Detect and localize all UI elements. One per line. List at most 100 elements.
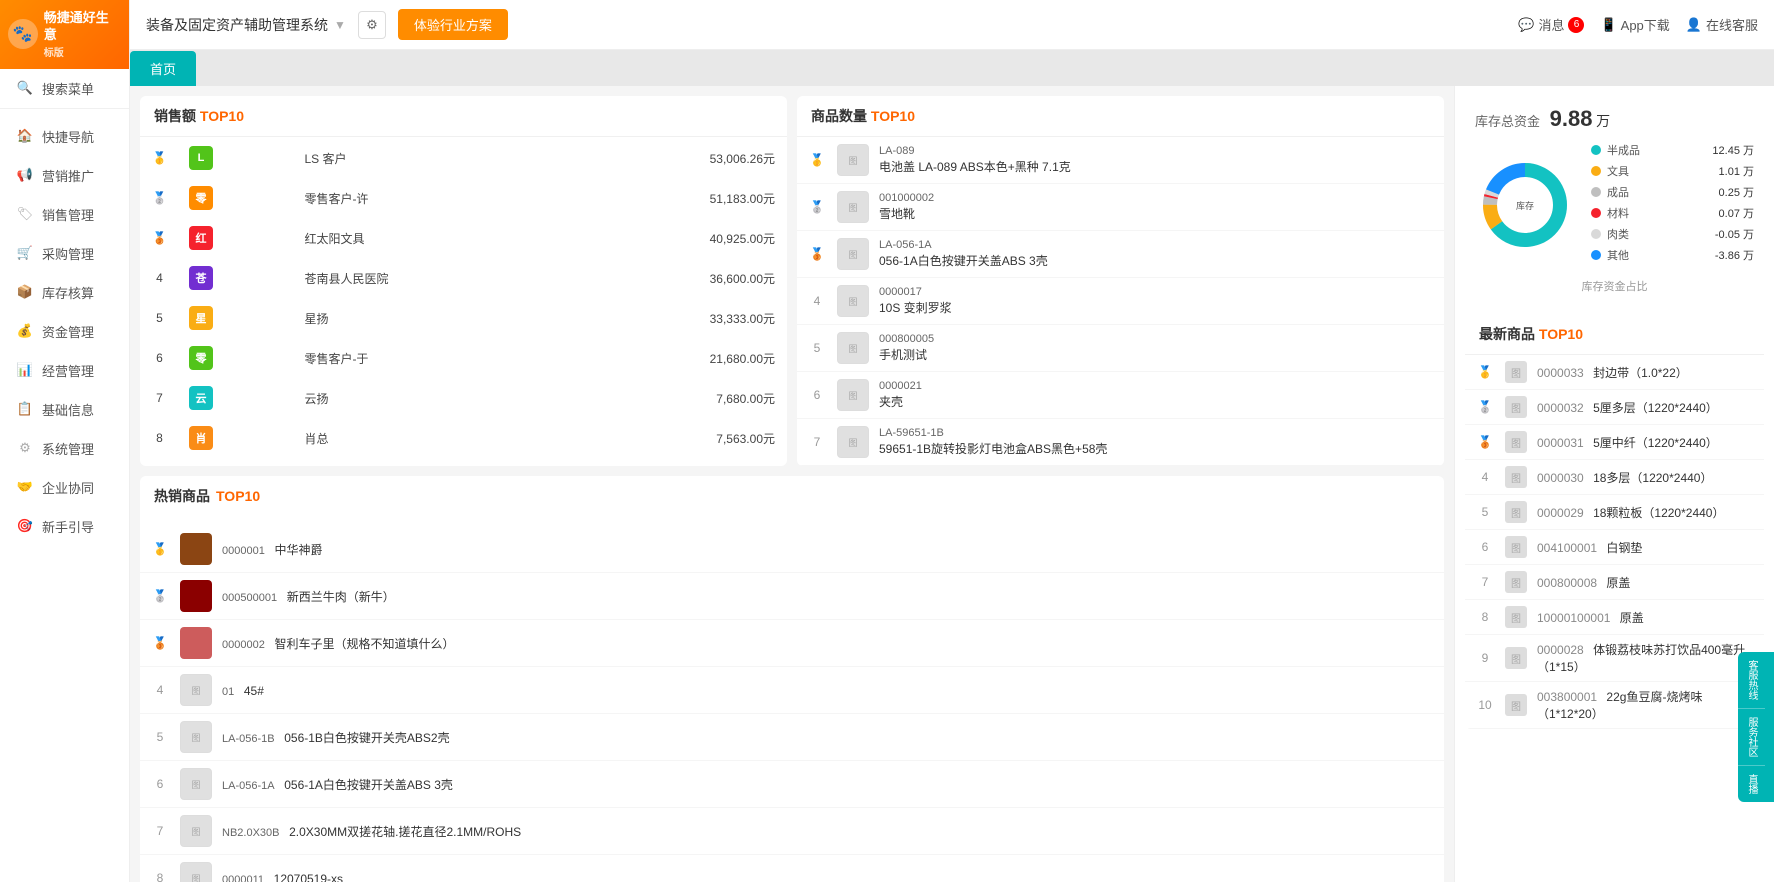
latest-code: 0000028 <box>1537 643 1584 657</box>
floating-live[interactable]: 直播 <box>1738 766 1765 802</box>
hot-product-img-placeholder: 图 <box>180 862 212 882</box>
latest-rank-num: 🥉 <box>1475 435 1495 449</box>
sidebar-item-finance[interactable]: 💰 资金管理 <box>0 312 129 351</box>
hot-product-item: 4 图 01 45# <box>140 667 1444 714</box>
sidebar-item-sales[interactable]: 🏷 销售管理 <box>0 195 129 234</box>
qty-product-name: 10S 变刺罗浆 <box>879 299 1434 316</box>
qty-product-info: 000800005 手机测试 <box>879 333 1434 363</box>
latest-product-info: 0000031 5厘中纤（1220*2440） <box>1537 434 1754 451</box>
tab-bar: 首页 <box>130 50 1774 86</box>
latest-product-icon: 图 <box>1505 647 1527 669</box>
qty-product-img: 图 <box>837 144 869 176</box>
app-download-item[interactable]: 📱 App下载 <box>1600 15 1669 34</box>
search-menu-item[interactable]: 🔍 搜索菜单 <box>0 69 129 109</box>
customer-badge: L <box>189 146 213 170</box>
latest-code: 003800001 <box>1537 690 1597 704</box>
header-dropdown-arrow[interactable]: ▼ <box>334 18 346 32</box>
legend-item-product: 成品 0.25 万 <box>1591 184 1754 200</box>
sidebar-item-system[interactable]: ⚙ 系统管理 <box>0 429 129 468</box>
customer-badge: 苍 <box>189 266 213 290</box>
sidebar-item-guide[interactable]: 🎯 新手引导 <box>0 507 129 546</box>
purchase-icon: 🛒 <box>16 244 34 262</box>
sidebar-label-marketing: 营销推广 <box>42 166 94 185</box>
inventory-legend: 半成品 12.45 万 文具 1.01 万 成品 0.25 万 材料 <box>1591 142 1754 268</box>
latest-code: 0000030 <box>1537 471 1584 485</box>
customer-row: 7 云 云扬 7,680.00元 <box>142 379 785 417</box>
latest-products-card: 最新商品 TOP10 🥇 图 0000033 封边带（1.0*22） 🥈 图 0… <box>1465 314 1764 729</box>
basic-icon: 📋 <box>16 400 34 418</box>
sidebar-item-operation[interactable]: 📊 经营管理 <box>0 351 129 390</box>
customer-amount: 7,680.00元 <box>565 379 785 417</box>
customer-badge-cell: L <box>179 139 292 177</box>
sidebar-label-system: 系统管理 <box>42 439 94 458</box>
customer-amount: 7,563.00元 <box>565 419 785 457</box>
sidebar-item-basic[interactable]: 📋 基础信息 <box>0 390 129 429</box>
latest-name: 5厘多层（1220*2440） <box>1593 401 1718 415</box>
hot-product-name: 智利车子里（规格不知道填什么） <box>274 637 454 651</box>
hot-products-card: 热销商品 TOP10 🥇 0000001 中华神爵 🥈 000500001 新西… <box>140 476 1444 882</box>
hot-product-name: 056-1B白色按键开关壳ABS2壳 <box>284 731 449 745</box>
customer-badge: 云 <box>189 386 213 410</box>
trial-button[interactable]: 体验行业方案 <box>398 9 508 40</box>
message-icon: 💬 <box>1518 17 1534 33</box>
tab-home[interactable]: 首页 <box>130 51 196 86</box>
chart-container: 库存 半成品 12.45 万 文具 1.01 万 成品 <box>1475 142 1754 268</box>
hot-product-name: 056-1A白色按键开关盖ABS 3壳 <box>284 778 453 792</box>
latest-code: 004100001 <box>1537 541 1597 555</box>
rank-num: 🥉 <box>142 219 177 257</box>
latest-product-item: 🥈 图 0000032 5厘多层（1220*2440） <box>1465 390 1764 425</box>
qty-product-info: LA-056-1A 056-1A白色按键开关盖ABS 3壳 <box>879 239 1434 269</box>
qty-product-img: 图 <box>837 379 869 411</box>
qty-product-item: 5 图 000800005 手机测试 <box>797 325 1444 372</box>
products-qty-card: 商品数量 TOP10 🥇 图 LA-089 电池盖 LA-089 ABS本色+黑… <box>797 96 1444 466</box>
latest-product-item: 🥇 图 0000033 封边带（1.0*22） <box>1465 355 1764 390</box>
customers-top10-card: 销售额 TOP10 🥇 L LS 客户 53,006.26元 🥈 零 零售客户-… <box>140 96 787 466</box>
sidebar-item-purchase[interactable]: 🛒 采购管理 <box>0 234 129 273</box>
top-row: 销售额 TOP10 🥇 L LS 客户 53,006.26元 🥈 零 零售客户-… <box>140 96 1444 466</box>
online-service-item[interactable]: 👤 在线客服 <box>1686 15 1758 34</box>
qty-product-info: LA-089 电池盖 LA-089 ABS本色+黑种 7.1克 <box>879 145 1434 175</box>
hot-product-img <box>180 533 212 565</box>
rank-num: 4 <box>142 259 177 297</box>
latest-code: 0000033 <box>1537 366 1584 380</box>
settings-button[interactable]: ⚙ <box>358 11 386 39</box>
latest-product-icon: 图 <box>1505 536 1527 558</box>
hot-rank: 🥈 <box>150 589 170 603</box>
qty-product-item: 🥈 图 001000002 雪地靴 <box>797 184 1444 231</box>
floating-cs-hotline[interactable]: 客服热线 <box>1738 652 1765 709</box>
latest-product-info: 004100001 白钢垫 <box>1537 539 1754 556</box>
latest-code: 0000032 <box>1537 401 1584 415</box>
qty-product-img: 图 <box>837 426 869 458</box>
sidebar-item-enterprise[interactable]: 🤝 企业协同 <box>0 468 129 507</box>
customer-name: 星扬 <box>294 299 562 337</box>
latest-product-icon: 图 <box>1505 361 1527 383</box>
hot-product-name: 2.0X30MM双搓花轴.搓花直径2.1MM/ROHS <box>289 825 521 839</box>
floating-service-community[interactable]: 服务社区 <box>1738 709 1765 766</box>
hot-product-info: 0000002 智利车子里（规格不知道填什么） <box>222 635 1434 652</box>
sidebar-item-marketing[interactable]: 📢 营销推广 <box>0 156 129 195</box>
latest-rank-num: 4 <box>1475 470 1495 484</box>
sidebar-item-quick-nav[interactable]: 🏠 快捷导航 <box>0 117 129 156</box>
customer-badge: 红 <box>189 226 213 250</box>
qty-product-item: 🥇 图 LA-089 电池盖 LA-089 ABS本色+黑种 7.1克 <box>797 137 1444 184</box>
sidebar-item-inventory[interactable]: 📦 库存核算 <box>0 273 129 312</box>
latest-product-item: 8 图 10000100001 原盖 <box>1465 600 1764 635</box>
sidebar-label-inventory: 库存核算 <box>42 283 94 302</box>
qty-product-item: 6 图 0000021 夹壳 <box>797 372 1444 419</box>
latest-rank-num: 5 <box>1475 505 1495 519</box>
customer-name: 肖总 <box>294 419 562 457</box>
hot-product-info: 0000001 中华神爵 <box>222 541 1434 558</box>
message-item[interactable]: 💬 消息 6 <box>1518 15 1584 34</box>
customer-row: 6 零 零售客户-于 21,680.00元 <box>142 339 785 377</box>
qty-product-code: LA-056-1A <box>879 239 1434 251</box>
latest-product-info: 000800008 原盖 <box>1537 574 1754 591</box>
products-qty-header: 商品数量 TOP10 <box>797 96 1444 137</box>
marketing-icon: 📢 <box>16 166 34 184</box>
latest-name: 原盖 <box>1606 576 1630 590</box>
system-title-text: 装备及固定资产辅助管理系统 <box>146 15 328 35</box>
customer-amount: 51,183.00元 <box>565 179 785 217</box>
qty-product-info: LA-59651-1B 59651-1B旋转投影灯电池盒ABS黑色+58壳 <box>879 427 1434 457</box>
floating-cs-btn[interactable]: 客服热线 服务社区 直播 <box>1738 652 1774 802</box>
legend-item-other: 其他 -3.86 万 <box>1591 247 1754 263</box>
customer-amount: 53,006.26元 <box>565 139 785 177</box>
